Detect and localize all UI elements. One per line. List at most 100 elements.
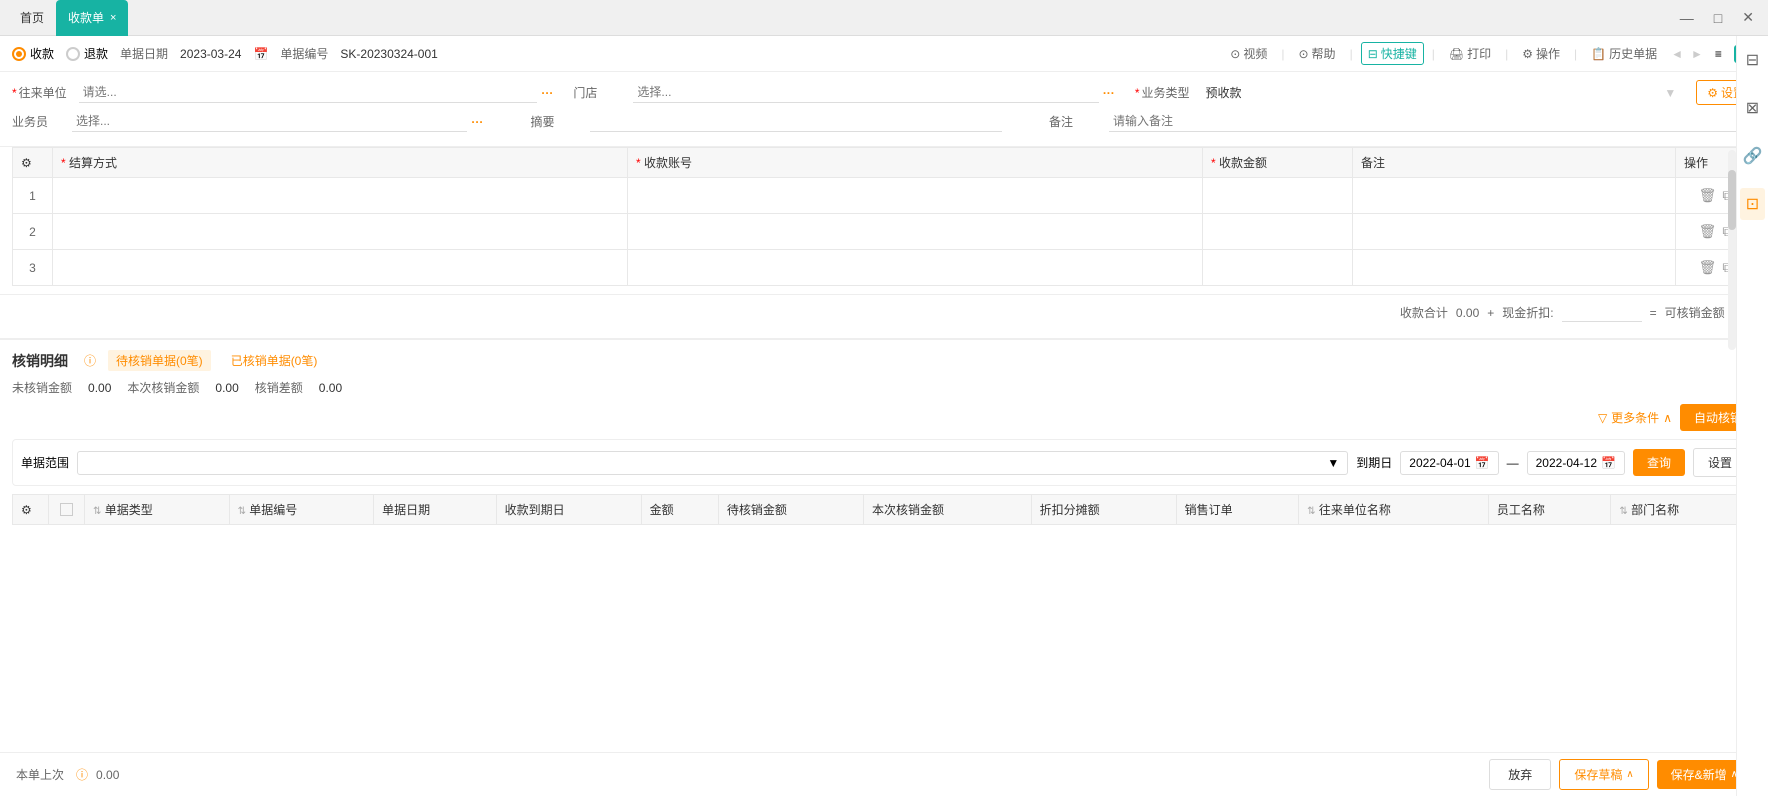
tab-home[interactable]: 首页 <box>8 0 56 36</box>
calendar-end-icon[interactable]: 📅 <box>1601 456 1616 470</box>
verify-stats: 未核销金额 0.00 本次核销金额 0.00 核销差额 0.00 <box>12 379 1756 396</box>
table-row: 1 🗑 ⧉ <box>13 178 1756 214</box>
maximize-button[interactable]: □ <box>1708 8 1728 28</box>
settlement-cell-3[interactable] <box>53 250 628 286</box>
discount-input[interactable] <box>1562 303 1642 322</box>
row-num-1: 1 <box>13 178 53 214</box>
view-list-icon[interactable]: ≡ <box>1711 45 1726 63</box>
current-verify-label: 本次核销金额 <box>127 379 199 396</box>
col-settlement-header: * 结算方式 <box>53 148 628 178</box>
save-draft-button[interactable]: 保存草稿 ∧ <box>1559 759 1648 790</box>
remark-field: 备注 <box>1049 111 1756 132</box>
summary-input[interactable] <box>590 111 1001 132</box>
delete-icon-2[interactable]: 🗑 <box>1699 223 1717 240</box>
verify-title-row: 核销明细 ⓘ 待核销单据(0笔) 已核销单据(0笔) <box>12 350 1756 371</box>
bottom-gear-header[interactable]: ⚙ <box>13 495 49 525</box>
right-panel-icon-4[interactable]: ⊡ <box>1740 188 1765 220</box>
close-button[interactable]: ✕ <box>1736 7 1760 28</box>
this-order-value: 0.00 <box>96 768 119 782</box>
row-num-3: 3 <box>13 250 53 286</box>
bottom-checkbox-header[interactable] <box>49 495 85 525</box>
verify-table-wrapper: ⚙ ⇅ 单据类型 ⇅ 单据编号 <box>12 494 1756 525</box>
unverified-label: 未核销金额 <box>12 379 72 396</box>
counterpart-more-icon[interactable]: ··· <box>541 86 553 100</box>
remark-cell-1[interactable] <box>1353 178 1676 214</box>
radio-return[interactable]: 退款 <box>66 45 108 62</box>
summary-row: 收款合计 0.00 + 现金折扣: = 可核销金额 0.00 <box>0 294 1768 330</box>
equals-sign: = <box>1650 306 1657 320</box>
shop-input[interactable] <box>633 82 1098 103</box>
verify-info-icon[interactable]: ⓘ <box>84 352 96 369</box>
counterpart-input[interactable] <box>79 82 538 103</box>
remark-input[interactable] <box>1109 111 1756 132</box>
nav-prev-icon[interactable]: ◄ <box>1671 47 1683 61</box>
table-gear-icon[interactable]: ⚙ <box>21 156 32 170</box>
current-verify-value: 0.00 <box>215 381 238 395</box>
radio-receive[interactable]: 收款 <box>12 45 54 62</box>
calendar-icon[interactable]: 📅 <box>253 47 268 61</box>
tab-close-icon[interactable]: × <box>110 12 116 24</box>
delete-icon-1[interactable]: 🗑 <box>1699 187 1717 204</box>
top-toolbar: 收款 退款 单据日期 2023-03-24 📅 单据编号 SK-20230324… <box>0 36 1768 72</box>
col-remark-header: 备注 <box>1353 148 1676 178</box>
account-cell-2[interactable] <box>628 214 1203 250</box>
col-due-date-header: 收款到期日 <box>496 495 641 525</box>
abandon-button[interactable]: 放弃 <box>1489 759 1551 790</box>
summary-label: 摘要 <box>530 113 590 130</box>
toolbar-actions: ⊙ 视频 | ⊙ 帮助 | ⊟ 快捷键 | 🖨 打印 | ⚙ 操作 <box>1224 42 1756 65</box>
help-button[interactable]: ⊙ 帮助 <box>1292 43 1341 64</box>
print-button[interactable]: 🖨 打印 <box>1443 43 1497 64</box>
date-value[interactable]: 2023-03-24 <box>180 47 241 61</box>
info-icon-footer[interactable]: ⓘ <box>76 766 88 783</box>
col-current-verify-header: 本次核销金额 <box>863 495 1031 525</box>
nav-next-icon[interactable]: ► <box>1691 47 1703 61</box>
footer-left: 本单上次 ⓘ 0.00 <box>16 766 119 783</box>
col-gear-header[interactable]: ⚙ <box>13 148 53 178</box>
query-button[interactable]: 查询 <box>1633 449 1685 476</box>
due-date-end-value: 2022-04-12 <box>1536 456 1597 470</box>
filter-icon: ▽ <box>1598 411 1607 425</box>
bottom-gear-icon[interactable]: ⚙ <box>21 503 32 517</box>
history-button[interactable]: 📋 历史单据 <box>1585 43 1663 64</box>
settlement-cell-1[interactable] <box>53 178 628 214</box>
settlement-cell-2[interactable] <box>53 214 628 250</box>
due-date-start-input[interactable]: 2022-04-01 📅 <box>1400 451 1498 475</box>
delete-icon-3[interactable]: 🗑 <box>1699 259 1717 276</box>
remark-label: 备注 <box>1049 113 1109 130</box>
remark-cell-2[interactable] <box>1353 214 1676 250</box>
minimize-button[interactable]: — <box>1674 8 1700 28</box>
remark-cell-3[interactable] <box>1353 250 1676 286</box>
due-date-end-input[interactable]: 2022-04-12 📅 <box>1527 451 1625 475</box>
calendar-start-icon[interactable]: 📅 <box>1475 456 1490 470</box>
col-counterpart-header: ⇅ 往来单位名称 <box>1299 495 1489 525</box>
verify-table: ⚙ ⇅ 单据类型 ⇅ 单据编号 <box>12 494 1756 525</box>
right-panel: ⊟ ⊠ 🔗 ⊡ <box>1736 36 1768 796</box>
staff-input[interactable] <box>72 111 467 132</box>
scrollbar-thumb[interactable] <box>1728 170 1736 230</box>
staff-more-icon[interactable]: ··· <box>471 115 483 129</box>
account-cell-3[interactable] <box>628 250 1203 286</box>
number-label: 单据编号 <box>280 45 328 62</box>
shop-field: 门店 ··· <box>573 82 1114 103</box>
col-amount-header: 金额 <box>641 495 718 525</box>
shop-label: 门店 <box>573 84 633 101</box>
col-doc-date-header: 单据日期 <box>374 495 496 525</box>
verify-tab-done[interactable]: 已核销单据(0笔) <box>223 350 326 371</box>
action-button[interactable]: ⚙ 操作 <box>1516 43 1566 64</box>
doc-range-select[interactable]: ▼ <box>77 451 1348 475</box>
shop-more-icon[interactable]: ··· <box>1103 86 1115 100</box>
select-all-checkbox[interactable] <box>60 503 73 516</box>
tab-current[interactable]: 收款单 × <box>56 0 128 36</box>
amount-cell-2[interactable] <box>1203 214 1353 250</box>
right-panel-icon-1[interactable]: ⊟ <box>1740 44 1765 76</box>
more-conditions-button[interactable]: ▽ 更多条件 ∧ <box>1598 409 1672 426</box>
amount-cell-1[interactable] <box>1203 178 1353 214</box>
verify-tab-pending[interactable]: 待核销单据(0笔) <box>108 350 211 371</box>
business-type-dropdown-icon[interactable]: ▼ <box>1664 86 1676 100</box>
shortcut-button[interactable]: ⊟ 快捷键 <box>1361 42 1424 65</box>
right-panel-icon-2[interactable]: ⊠ <box>1740 92 1765 124</box>
right-panel-icon-3[interactable]: 🔗 <box>1737 140 1768 172</box>
account-cell-1[interactable] <box>628 178 1203 214</box>
amount-cell-3[interactable] <box>1203 250 1353 286</box>
video-button[interactable]: ⊙ 视频 <box>1224 43 1273 64</box>
